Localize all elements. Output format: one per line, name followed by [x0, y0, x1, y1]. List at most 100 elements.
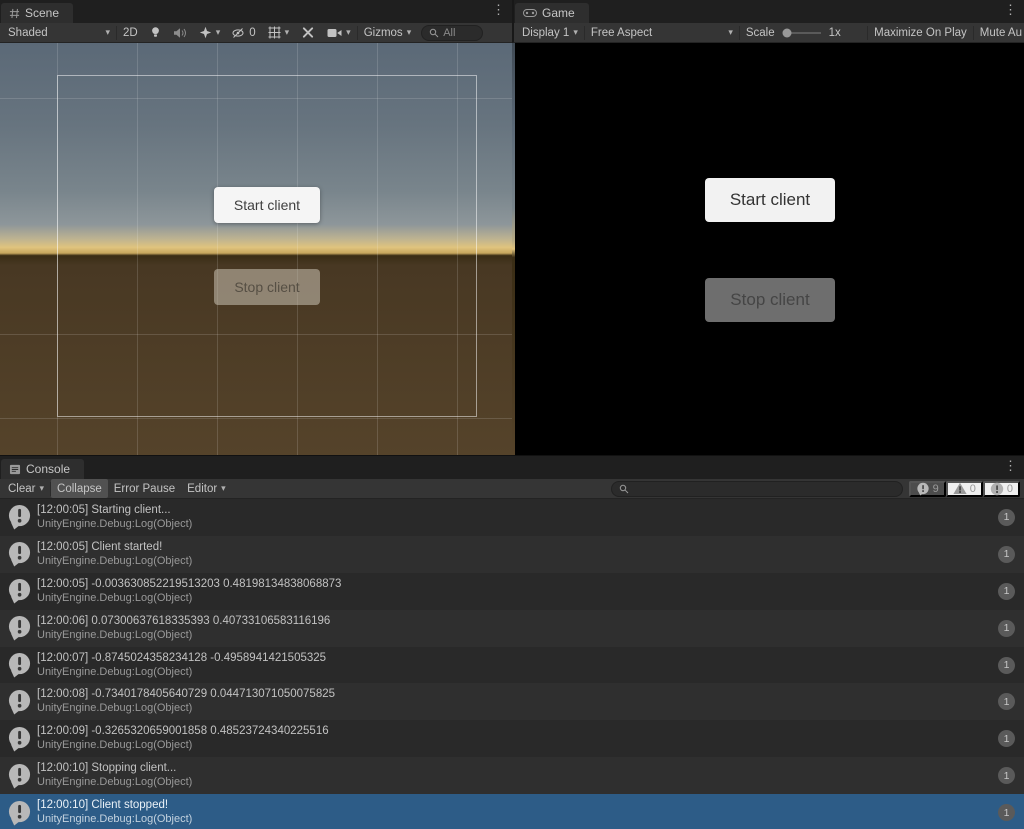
scene-viewport[interactable]: Start client Stop client: [0, 43, 512, 455]
log-entry-row[interactable]: [12:00:05] Client started! UnityEngine.D…: [0, 535, 1024, 573]
scene-tab-label: Scene: [25, 6, 60, 20]
log-count-badge: 1: [998, 693, 1015, 711]
scene-stop-client-button[interactable]: Stop client: [214, 269, 320, 305]
console-panel-menu-icon[interactable]: ⋮: [1004, 459, 1017, 473]
tab-game[interactable]: Game: [515, 3, 589, 23]
log-source: UnityEngine.Debug:Log(Object): [37, 628, 193, 641]
scale-label: Scale: [745, 26, 775, 39]
editor-dropdown[interactable]: Editor ▾: [181, 479, 232, 498]
collapse-label: Collapse: [57, 482, 102, 495]
panel-divider-sliver: [512, 43, 515, 455]
camera-icon: [327, 28, 342, 38]
chevron-down-icon: ▾: [221, 483, 226, 493]
log-count-badge: 1: [998, 582, 1015, 600]
console-search-field[interactable]: [610, 480, 903, 497]
2d-toggle-label: 2D: [123, 26, 138, 39]
unity-editor-window: Scene ⋮ Shaded ▾ 2D ▾ 0 ▾ ▾ Gizmos ▾ All…: [0, 0, 1024, 829]
collapse-toggle[interactable]: Collapse: [51, 479, 108, 498]
slider-handle: [782, 28, 792, 37]
chevron-down-icon: ▾: [406, 27, 412, 37]
warning-count: 0: [969, 482, 976, 495]
component-tools-button[interactable]: [295, 23, 321, 42]
log-message: [12:00:05] Client started!: [37, 540, 163, 553]
chevron-down-icon: ▾: [284, 27, 290, 37]
log-entry-row[interactable]: [12:00:06] 0.07300637618335393 0.4073310…: [0, 609, 1024, 647]
gamepad-icon: [523, 8, 537, 18]
tab-scene[interactable]: Scene: [1, 3, 74, 23]
aspect-ratio-dropdown[interactable]: Free Aspect ▾: [585, 23, 739, 42]
scene-search-field[interactable]: All: [421, 24, 484, 41]
console-tabbar: Console ⋮: [0, 456, 1024, 479]
scale-slider-group: Scale 1x: [740, 23, 847, 42]
game-stop-client-button[interactable]: Stop client: [705, 278, 835, 322]
scene-panel-menu-icon[interactable]: ⋮: [492, 3, 505, 17]
game-panel-menu-icon[interactable]: ⋮: [1004, 3, 1017, 17]
log-info-bubble-icon: [7, 726, 37, 752]
log-entry-row[interactable]: [12:00:05] Starting client... UnityEngin…: [0, 499, 1024, 536]
warning-log-filter-toggle[interactable]: 0: [945, 480, 983, 497]
log-info-bubble-icon: [7, 578, 37, 604]
tab-console[interactable]: Console: [1, 459, 85, 479]
scale-slider[interactable]: [781, 28, 823, 38]
speaker-icon: [173, 27, 187, 39]
error-log-filter-toggle[interactable]: 0: [982, 480, 1020, 497]
log-message: [12:00:10] Stopping client...: [37, 762, 177, 775]
game-start-client-button[interactable]: Start client: [705, 178, 835, 222]
chevron-down-icon: ▾: [215, 27, 221, 37]
log-count-badge: 1: [998, 804, 1015, 822]
log-info-bubble-icon: [7, 652, 37, 678]
log-entry-row[interactable]: [12:00:10] Client stopped! UnityEngine.D…: [0, 794, 1024, 829]
log-count-badge: 1: [998, 508, 1015, 526]
draw-mode-dropdown[interactable]: Shaded ▾: [2, 23, 116, 42]
mute-audio-toggle[interactable]: Mute Au: [974, 23, 1022, 42]
2d-toggle-button[interactable]: 2D: [117, 23, 144, 42]
game-viewport[interactable]: Start client Stop client: [512, 43, 1024, 455]
log-entry-row[interactable]: [12:00:05] -0.003630852219513203 0.48198…: [0, 572, 1024, 610]
log-source: UnityEngine.Debug:Log(Object): [37, 665, 193, 678]
scene-start-client-button[interactable]: Start client: [214, 187, 320, 223]
tools-icon: [301, 26, 315, 39]
error-pause-label: Error Pause: [113, 482, 176, 495]
log-info-bubble-icon: [7, 541, 37, 567]
grid-visibility-dropdown[interactable]: ▾: [262, 23, 296, 42]
scene-lighting-toggle[interactable]: [144, 23, 167, 42]
maximize-on-play-toggle[interactable]: Maximize On Play: [868, 23, 973, 42]
console-panel: Console ⋮ Clear ▾ Collapse Error Pause E…: [0, 455, 1024, 829]
mute-audio-label: Mute Au: [979, 26, 1022, 39]
search-icon: [619, 484, 629, 494]
display-dropdown[interactable]: Display 1 ▾: [516, 23, 584, 42]
chevron-down-icon: ▾: [573, 27, 578, 37]
log-entry-row[interactable]: [12:00:07] -0.8745024358234128 -0.495894…: [0, 646, 1024, 684]
console-toolbar: Clear ▾ Collapse Error Pause Editor ▾ 9 …: [0, 479, 1024, 499]
search-icon: [429, 28, 439, 38]
scene-effects-toggle[interactable]: ▾: [193, 23, 227, 42]
warning-triangle-icon: [953, 482, 967, 495]
log-source: UnityEngine.Debug:Log(Object): [37, 517, 193, 530]
display-label: Display 1: [522, 26, 570, 39]
chevron-down-icon: ▾: [346, 27, 351, 37]
gizmos-dropdown[interactable]: Gizmos ▾: [358, 23, 418, 42]
info-log-filter-toggle[interactable]: 9: [908, 480, 946, 497]
scale-value: 1x: [828, 26, 841, 39]
log-source: UnityEngine.Debug:Log(Object): [37, 739, 193, 752]
log-count-badge: 1: [998, 767, 1015, 785]
log-source: UnityEngine.Debug:Log(Object): [37, 591, 193, 604]
clear-button[interactable]: Clear ▾: [2, 479, 50, 498]
error-pause-toggle[interactable]: Error Pause: [108, 479, 181, 498]
log-message: [12:00:08] -0.7340178405640729 0.0447130…: [37, 688, 336, 701]
hidden-objects-toggle[interactable]: 0: [226, 23, 261, 42]
scene-camera-dropdown[interactable]: ▾: [321, 23, 357, 42]
log-message: [12:00:05] -0.003630852219513203 0.48198…: [37, 577, 342, 590]
scene-audio-toggle[interactable]: [167, 23, 193, 42]
chevron-down-icon: ▾: [39, 483, 45, 493]
chevron-down-icon: ▾: [105, 27, 110, 37]
info-count: 9: [932, 482, 939, 495]
hidden-count-label: 0: [249, 26, 256, 39]
log-entry-row[interactable]: [12:00:08] -0.7340178405640729 0.0447130…: [0, 683, 1024, 721]
info-bubble-icon: [916, 482, 930, 496]
log-entry-row[interactable]: [12:00:09] -0.3265320659001858 0.4852372…: [0, 720, 1024, 758]
draw-mode-label: Shaded: [8, 26, 48, 39]
game-tabbar: Game ⋮: [512, 0, 1024, 23]
log-entry-row[interactable]: [12:00:10] Stopping client... UnityEngin…: [0, 757, 1024, 795]
log-message: [12:00:07] -0.8745024358234128 -0.495894…: [37, 651, 327, 664]
